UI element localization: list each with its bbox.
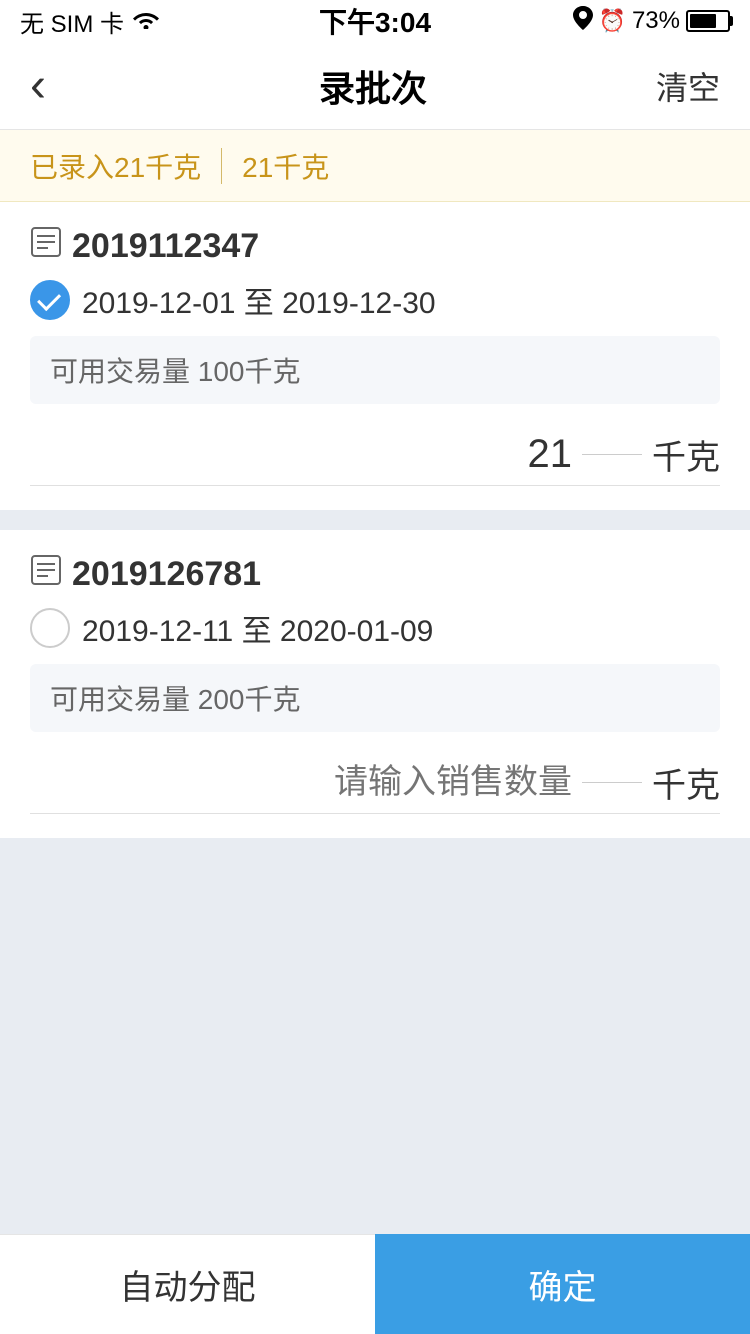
batch-doc-icon-1 [30, 226, 62, 266]
batch-date-row-2[interactable]: 2019-12-11 至 2020-01-09 [30, 606, 720, 650]
page-title: 录批次 [319, 60, 427, 112]
nav-bar: ‹ 录批次 清空 [0, 42, 750, 130]
quantity-value-1: 21 [528, 432, 573, 477]
summary-label: 已录入21千克 [30, 146, 201, 186]
summary-value: 21千克 [242, 146, 329, 186]
batch-card-1: 2019112347 2019-12-01 至 2019-12-30 可用交易量… [0, 202, 750, 510]
batch-date-row-1[interactable]: 2019-12-01 至 2019-12-30 [30, 278, 720, 322]
status-bar: 无 SIM 卡 下午3:04 ⏰ 73% [0, 0, 750, 42]
alarm-icon: ⏰ [599, 8, 626, 34]
section-separator-1 [0, 510, 750, 530]
wifi-icon [132, 7, 160, 36]
quantity-row-1: 21 千克 [30, 420, 720, 486]
auto-distribute-button[interactable]: 自动分配 [0, 1234, 375, 1334]
batch-date-1: 2019-12-01 至 2019-12-30 [82, 278, 436, 322]
batch-date-2: 2019-12-11 至 2020-01-09 [82, 606, 433, 650]
radio-2[interactable] [30, 608, 70, 648]
quantity-unit-2: 千克 [652, 758, 720, 807]
back-button[interactable]: ‹ [30, 62, 90, 110]
batch-id-row-1: 2019112347 [30, 226, 720, 266]
clear-button[interactable]: 清空 [656, 63, 720, 109]
batch-id-2: 2019126781 [72, 555, 261, 594]
summary-divider [221, 148, 222, 184]
batch-id-1: 2019112347 [72, 227, 259, 266]
status-carrier-area: 无 SIM 卡 [20, 4, 160, 39]
quantity-unit-1: 千克 [652, 430, 720, 479]
batch-doc-icon-2 [30, 554, 62, 594]
status-right-area: ⏰ 73% [573, 6, 730, 37]
bottom-bar: 自动分配 确定 [0, 1234, 750, 1334]
quantity-row-2[interactable]: 千克 [30, 748, 720, 814]
radio-1[interactable] [30, 280, 70, 320]
confirm-button[interactable]: 确定 [375, 1234, 750, 1334]
batch-card-2: 2019126781 2019-12-11 至 2020-01-09 可用交易量… [0, 530, 750, 838]
batch-id-row-2: 2019126781 [30, 554, 720, 594]
battery-percent: 73% [632, 7, 680, 35]
battery-icon [686, 10, 730, 32]
summary-banner: 已录入21千克 21千克 [0, 130, 750, 202]
section-separator-2 [0, 838, 750, 858]
avail-box-2: 可用交易量 200千克 [30, 664, 720, 732]
location-icon [573, 6, 593, 37]
status-time: 下午3:04 [319, 1, 431, 41]
quantity-input-2[interactable] [30, 763, 572, 802]
carrier-text: 无 SIM 卡 [20, 4, 124, 39]
avail-box-1: 可用交易量 100千克 [30, 336, 720, 404]
